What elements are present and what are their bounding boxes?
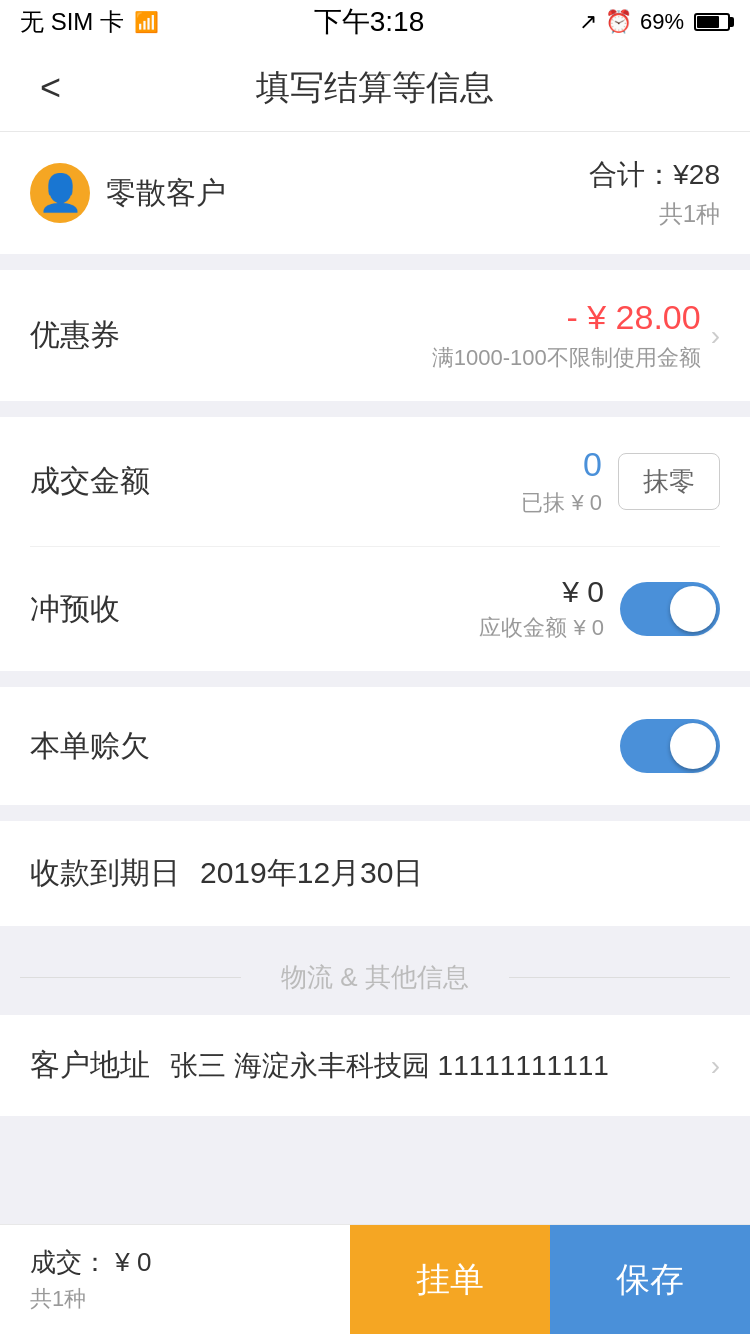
address-chevron-icon: › xyxy=(711,1050,720,1082)
bottom-transaction-amount: ¥ 0 xyxy=(115,1247,151,1277)
address-value: 张三 海淀永丰科技园 11111111111 xyxy=(170,1047,701,1085)
transaction-value[interactable]: 0 xyxy=(521,445,602,484)
customer-info: 👤 零散客户 xyxy=(30,163,226,223)
prepayment-value-stack: ¥ 0 应收金额 ¥ 0 xyxy=(479,575,604,643)
status-right: ↗ ⏰ 69% xyxy=(579,9,730,35)
prepayment-amount: ¥ 0 xyxy=(479,575,604,609)
toggle-knob xyxy=(670,586,716,632)
address-label: 客户地址 xyxy=(30,1045,150,1086)
wifi-icon: 📶 xyxy=(134,10,159,34)
prepayment-row: 冲预收 ¥ 0 应收金额 ¥ 0 xyxy=(30,547,720,671)
page-title: 填写结算等信息 xyxy=(256,65,494,111)
bottom-summary: 成交： ¥ 0 共1种 xyxy=(0,1225,350,1334)
transaction-sub: 已抹 ¥ 0 xyxy=(521,488,602,518)
transaction-section: 成交金额 0 已抹 ¥ 0 抹零 冲预收 ¥ 0 应收金额 ¥ 0 xyxy=(0,417,750,671)
bottom-transaction-label: 成交： xyxy=(30,1247,108,1277)
due-date-value[interactable]: 2019年12月30日 xyxy=(200,853,423,894)
prepayment-right: ¥ 0 应收金额 ¥ 0 xyxy=(479,575,720,643)
round-button[interactable]: 抹零 xyxy=(618,453,720,510)
due-date-row: 收款到期日 2019年12月30日 xyxy=(0,821,750,926)
customer-name: 零散客户 xyxy=(106,173,226,214)
transaction-label: 成交金额 xyxy=(30,461,150,502)
prepayment-sub: 应收金额 ¥ 0 xyxy=(479,613,604,643)
total-amount: 合计：¥28 xyxy=(589,156,720,194)
logistics-label: 物流 & 其他信息 xyxy=(281,960,469,995)
coupon-amount: - ¥ 28.00 xyxy=(432,298,701,337)
bottom-count: 共1种 xyxy=(30,1284,320,1314)
coupon-description: 满1000-100不限制使用金额 xyxy=(432,343,701,373)
arrears-label: 本单赊欠 xyxy=(30,726,150,767)
divider-line-right xyxy=(509,977,730,978)
save-button[interactable]: 保存 xyxy=(550,1225,750,1334)
prepayment-label: 冲预收 xyxy=(30,589,120,630)
transaction-right: 0 已抹 ¥ 0 抹零 xyxy=(521,445,720,518)
coupon-value-area: - ¥ 28.00 满1000-100不限制使用金额 xyxy=(432,298,701,373)
arrears-row: 本单赊欠 xyxy=(30,687,720,805)
arrears-toggle[interactable] xyxy=(620,719,720,773)
battery-icon xyxy=(694,13,730,31)
bottom-transaction-text: 成交： ¥ 0 xyxy=(30,1245,320,1280)
due-date-label: 收款到期日 xyxy=(30,853,180,894)
status-left: 无 SIM 卡 📶 xyxy=(20,6,159,38)
prepayment-toggle[interactable] xyxy=(620,582,720,636)
arrears-section: 本单赊欠 xyxy=(0,687,750,805)
arrears-toggle-knob xyxy=(670,723,716,769)
back-button[interactable]: < xyxy=(30,57,71,119)
status-time: 下午3:18 xyxy=(314,3,425,41)
location-icon: ↗ xyxy=(579,9,597,35)
transaction-value-stack: 0 已抹 ¥ 0 xyxy=(521,445,602,518)
customer-total: 合计：¥28 共1种 xyxy=(589,156,720,230)
battery-percent: 69% xyxy=(640,9,684,35)
coupon-row[interactable]: 优惠券 - ¥ 28.00 满1000-100不限制使用金额 › xyxy=(0,270,750,401)
customer-row: 👤 零散客户 合计：¥28 共1种 xyxy=(0,132,750,254)
chevron-right-icon: › xyxy=(711,320,720,352)
content-area: 👤 零散客户 合计：¥28 共1种 优惠券 - ¥ 28.00 满1000-10… xyxy=(0,132,750,1236)
logistics-section-header: 物流 & 其他信息 xyxy=(0,942,750,1013)
alarm-icon: ⏰ xyxy=(605,9,632,35)
hold-button[interactable]: 挂单 xyxy=(350,1225,550,1334)
status-bar: 无 SIM 卡 📶 下午3:18 ↗ ⏰ 69% xyxy=(0,0,750,44)
divider-line-left xyxy=(20,977,241,978)
avatar-icon: 👤 xyxy=(38,172,83,214)
avatar: 👤 xyxy=(30,163,90,223)
bottom-bar: 成交： ¥ 0 共1种 挂单 保存 xyxy=(0,1224,750,1334)
address-row[interactable]: 客户地址 张三 海淀永丰科技园 11111111111 › xyxy=(0,1015,750,1116)
coupon-label: 优惠券 xyxy=(30,315,120,356)
nav-bar: < 填写结算等信息 xyxy=(0,44,750,132)
transaction-row: 成交金额 0 已抹 ¥ 0 抹零 xyxy=(30,417,720,547)
total-count: 共1种 xyxy=(589,198,720,230)
carrier-text: 无 SIM 卡 xyxy=(20,6,124,38)
coupon-right: - ¥ 28.00 满1000-100不限制使用金额 › xyxy=(432,298,720,373)
